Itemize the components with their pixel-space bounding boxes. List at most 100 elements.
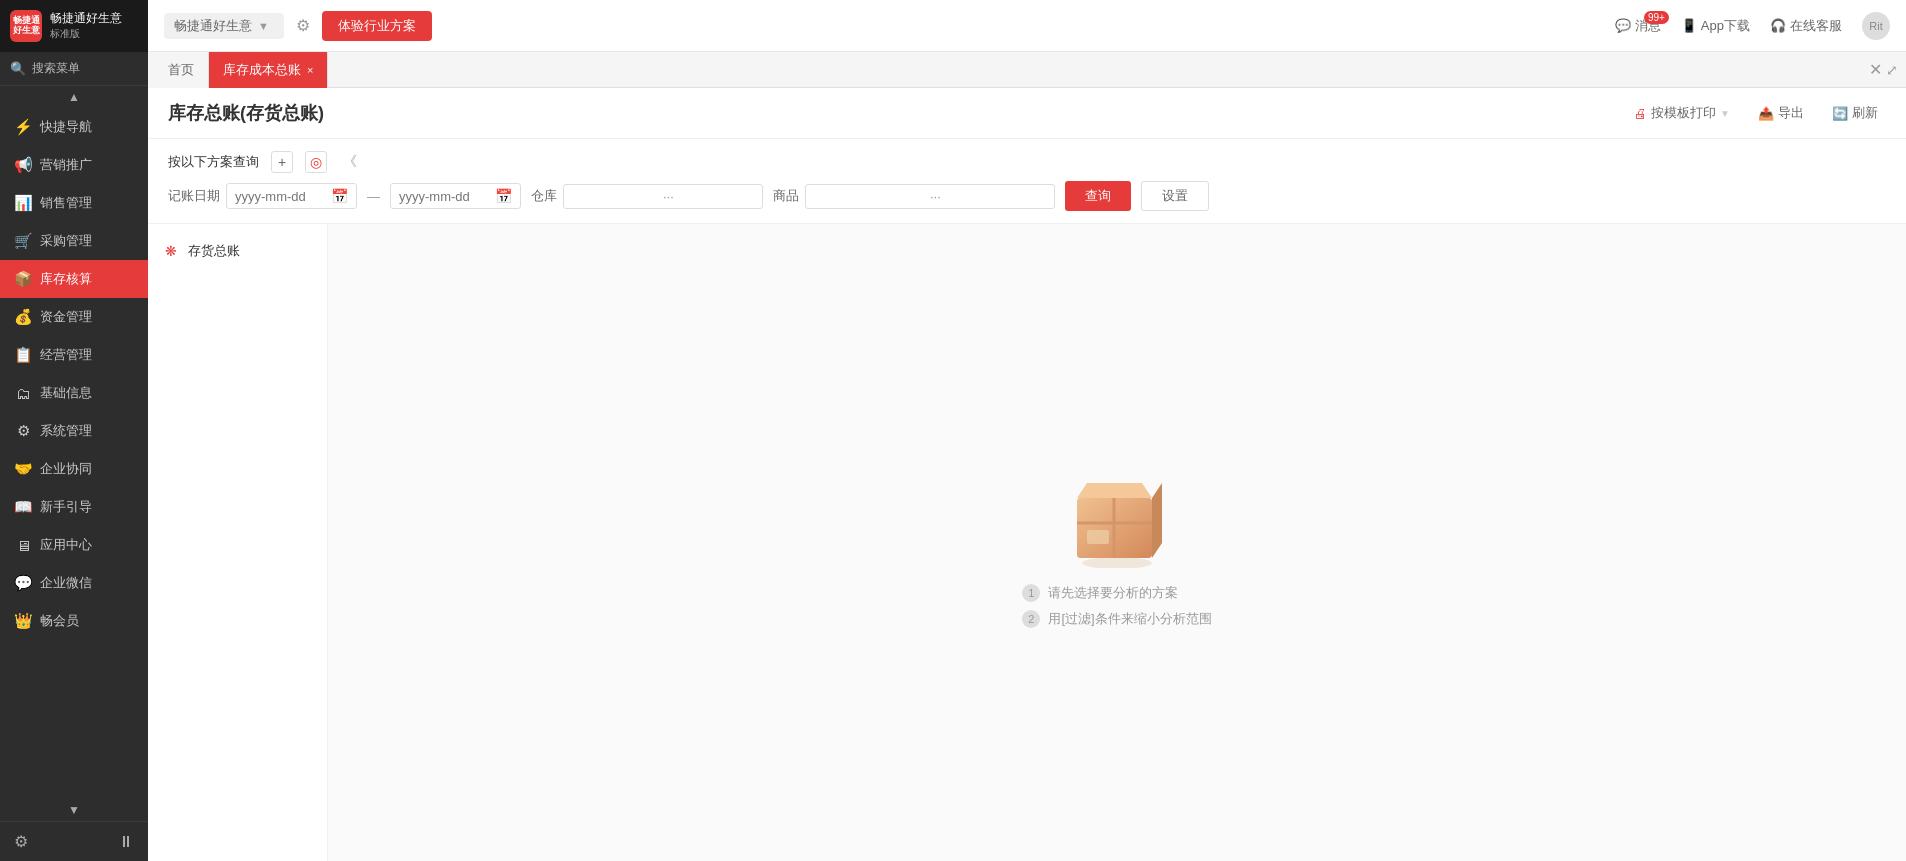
purchase-label: 采购管理 xyxy=(40,232,92,250)
tab-inventory-label: 库存成本总账 xyxy=(223,61,301,79)
date-end-input[interactable]: 📅 xyxy=(390,183,521,209)
finance-label: 资金管理 xyxy=(40,308,92,326)
close-all-tabs-icon[interactable]: ✕ xyxy=(1869,60,1882,79)
app-name: 畅捷通好生意 xyxy=(50,11,122,27)
sidebar-item-app-center[interactable]: 🖥 应用中心 xyxy=(0,526,148,564)
warehouse-more-icon[interactable]: ··· xyxy=(663,189,754,204)
sidebar-item-marketing[interactable]: 📢 营销推广 xyxy=(0,146,148,184)
sidebar-item-finance[interactable]: 💰 资金管理 xyxy=(0,298,148,336)
user-area[interactable]: Rit xyxy=(1862,12,1890,40)
phone-icon: 📱 xyxy=(1681,18,1697,33)
sidebar-item-sales[interactable]: 📊 销售管理 xyxy=(0,184,148,222)
topbar-right: 💬 消息 99+ 📱 App下载 🎧 在线客服 Rit xyxy=(1615,12,1890,40)
sales-label: 销售管理 xyxy=(40,194,92,212)
sidebar-item-purchase[interactable]: 🛒 采购管理 xyxy=(0,222,148,260)
wechat-label: 企业微信 xyxy=(40,574,92,592)
date-label: 记账日期 xyxy=(168,187,220,205)
goods-input[interactable]: ··· xyxy=(805,184,1055,209)
sales-icon: 📊 xyxy=(14,194,32,212)
sidebar-item-member[interactable]: 👑 畅会员 xyxy=(0,602,148,640)
goods-more-icon[interactable]: ··· xyxy=(930,189,1046,204)
page-header-actions: 🖨 按模板打印 ▼ 📤 导出 🔄 刷新 xyxy=(1626,100,1886,126)
topbar-breadcrumb[interactable]: 畅捷通好生意 ▼ xyxy=(164,13,284,39)
chevron-down-icon: ▼ xyxy=(68,803,80,817)
scroll-down-btn[interactable]: ▼ xyxy=(0,799,148,821)
gear-icon[interactable]: ⚙ xyxy=(292,12,314,39)
filter-chevron-left-icon: 《 xyxy=(343,153,357,171)
system-label: 系统管理 xyxy=(40,422,92,440)
hint-num-1: 1 xyxy=(1022,584,1040,602)
enterprise-icon: 🤝 xyxy=(14,460,32,478)
empty-hints: 1 请先选择要分析的方案 2 用[过滤]条件来缩小分析范围 xyxy=(1022,584,1211,628)
date-end-field[interactable] xyxy=(399,189,489,204)
setting-button[interactable]: 设置 xyxy=(1141,181,1209,211)
basic-icon: 🗂 xyxy=(14,385,32,402)
filter-icon-btn[interactable]: ◎ xyxy=(305,151,327,173)
app-download-btn[interactable]: 📱 App下载 xyxy=(1681,17,1750,35)
expand-icon[interactable]: ⤢ xyxy=(1886,62,1898,78)
breadcrumb-chevron-icon: ▼ xyxy=(258,20,269,32)
message-btn[interactable]: 💬 消息 99+ xyxy=(1615,17,1661,35)
scroll-up-btn[interactable]: ▲ xyxy=(0,86,148,108)
inventory-ledger-label: 存货总账 xyxy=(188,242,240,260)
sidebar-search-menu[interactable]: 🔍 搜索菜单 xyxy=(0,52,148,86)
finance-icon: 💰 xyxy=(14,308,32,326)
page-header: 库存总账(存货总账) 🖨 按模板打印 ▼ 📤 导出 🔄 刷新 xyxy=(148,88,1906,139)
left-panel-item-inventory[interactable]: ❋ 存货总账 xyxy=(148,234,327,268)
filter-add-btn[interactable]: + xyxy=(271,151,293,173)
hint-text-1: 请先选择要分析的方案 xyxy=(1048,584,1178,602)
filter-collapse-btn[interactable]: 《 xyxy=(339,151,361,173)
sidebar-item-quick-nav[interactable]: ⚡ 快捷导航 xyxy=(0,108,148,146)
logo-icon: 畅捷通好生意 xyxy=(10,10,42,42)
tab-inventory-ledger[interactable]: 库存成本总账 × xyxy=(209,52,328,88)
calendar-start-icon[interactable]: 📅 xyxy=(331,188,348,204)
sidebar-item-basic[interactable]: 🗂 基础信息 xyxy=(0,374,148,412)
tab-close-icon[interactable]: × xyxy=(307,64,313,76)
query-button[interactable]: 查询 xyxy=(1065,181,1131,211)
goods-filter: 商品 ··· xyxy=(773,184,1055,209)
print-icon: 🖨 xyxy=(1634,106,1647,121)
export-icon: 📤 xyxy=(1758,106,1774,121)
refresh-icon: 🔄 xyxy=(1832,106,1848,121)
sidebar-item-system[interactable]: ⚙ 系统管理 xyxy=(0,412,148,450)
marketing-icon: 📢 xyxy=(14,156,32,174)
member-icon: 👑 xyxy=(14,612,32,630)
app-version: 标准版 xyxy=(50,27,122,41)
content-area: ❋ 存货总账 xyxy=(148,224,1906,861)
filter-target-icon: ◎ xyxy=(310,154,322,170)
system-icon: ⚙ xyxy=(14,422,32,440)
inventory-icon: 📦 xyxy=(14,270,32,288)
operation-label: 经营管理 xyxy=(40,346,92,364)
tab-home[interactable]: 首页 xyxy=(148,52,209,88)
industry-btn[interactable]: 体验行业方案 xyxy=(322,11,432,41)
date-start-input[interactable]: 📅 xyxy=(226,183,357,209)
goods-label: 商品 xyxy=(773,187,799,205)
chevron-up-icon: ▲ xyxy=(68,90,80,104)
empty-hint-2: 2 用[过滤]条件来缩小分析范围 xyxy=(1022,610,1211,628)
inventory-ledger-icon: ❋ xyxy=(162,242,180,260)
hint-num-2: 2 xyxy=(1022,610,1040,628)
warehouse-input[interactable]: ··· xyxy=(563,184,763,209)
sidebar-item-operation[interactable]: 📋 经营管理 xyxy=(0,336,148,374)
sidebar: 畅捷通好生意 畅捷通好生意 标准版 🔍 搜索菜单 ▲ ⚡ 快捷导航 📢 营销推广… xyxy=(0,0,148,861)
filter-label: 按以下方案查询 xyxy=(168,153,259,171)
app-center-icon: 🖥 xyxy=(14,537,32,554)
sidebar-item-enterprise[interactable]: 🤝 企业协同 xyxy=(0,450,148,488)
date-start-field[interactable] xyxy=(235,189,325,204)
settings-icon[interactable]: ⚙ xyxy=(14,832,28,851)
quick-nav-label: 快捷导航 xyxy=(40,118,92,136)
print-btn[interactable]: 🖨 按模板打印 ▼ xyxy=(1626,100,1738,126)
online-support-btn[interactable]: 🎧 在线客服 xyxy=(1770,17,1842,35)
refresh-btn[interactable]: 🔄 刷新 xyxy=(1824,100,1886,126)
audio-icon[interactable]: ⏸ xyxy=(118,833,134,851)
date-separator: — xyxy=(367,189,380,204)
export-btn[interactable]: 📤 导出 xyxy=(1750,100,1812,126)
quick-nav-icon: ⚡ xyxy=(14,118,32,136)
calendar-end-icon[interactable]: 📅 xyxy=(495,188,512,204)
box-right xyxy=(1152,483,1162,558)
sidebar-item-inventory[interactable]: 📦 库存核算 xyxy=(0,260,148,298)
sidebar-item-newbie[interactable]: 📖 新手引导 xyxy=(0,488,148,526)
print-chevron-icon: ▼ xyxy=(1720,108,1730,119)
sidebar-item-wechat[interactable]: 💬 企业微信 xyxy=(0,564,148,602)
refresh-label: 刷新 xyxy=(1852,104,1878,122)
